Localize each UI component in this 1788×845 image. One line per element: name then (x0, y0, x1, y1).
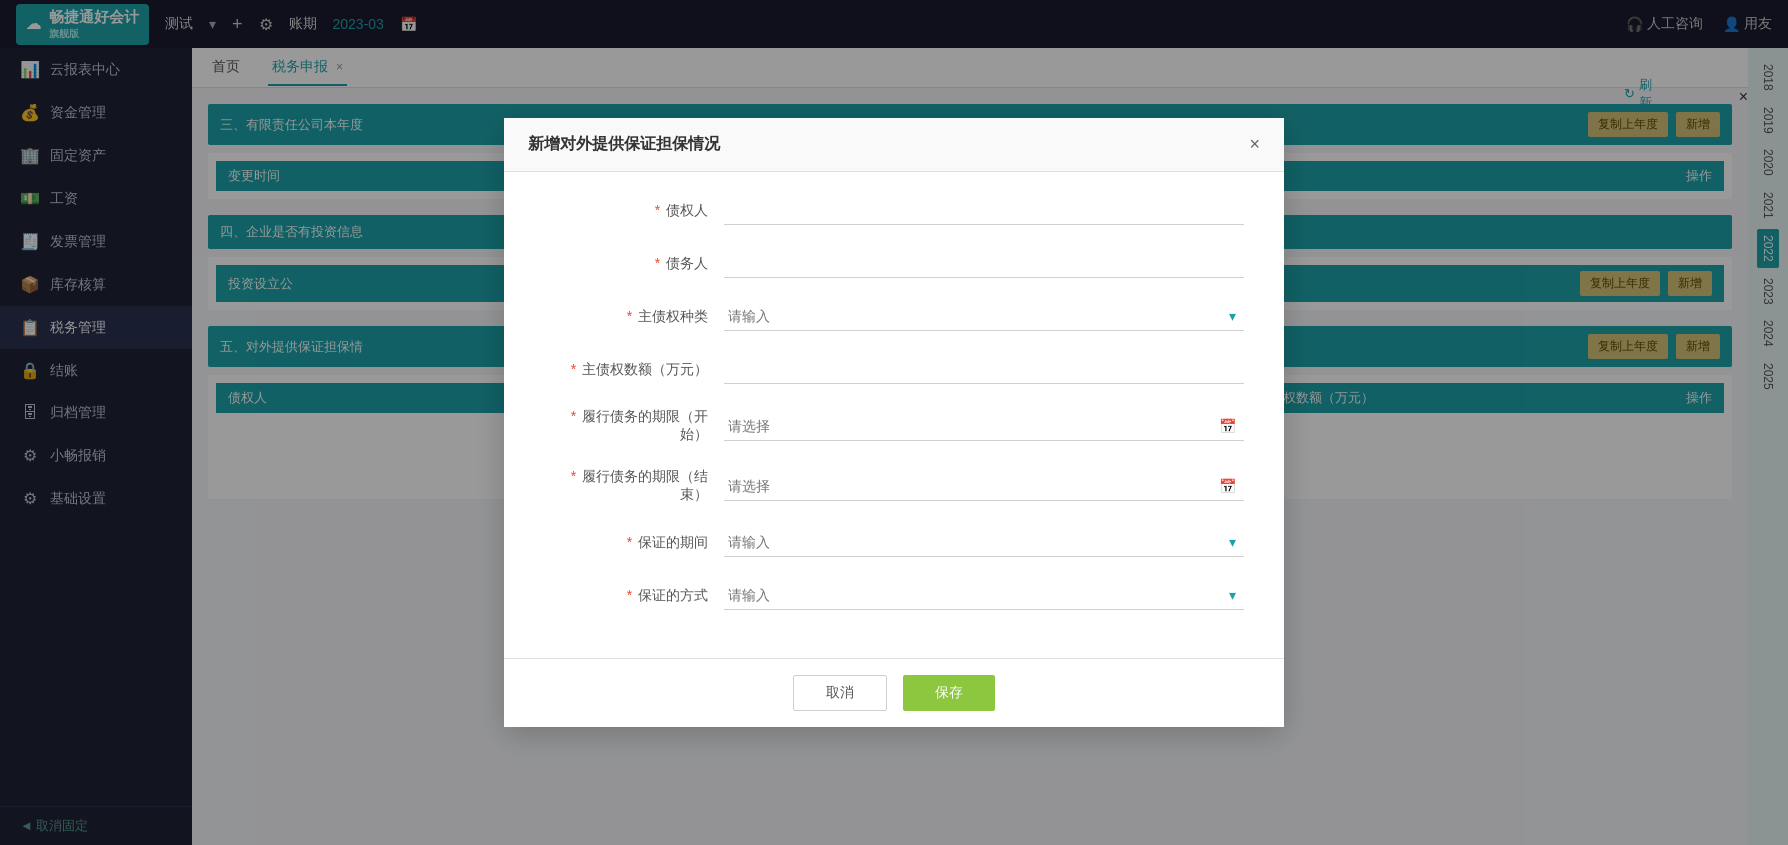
required-mark: * (627, 587, 632, 603)
form-row-perform-start: * 履行债务的期限（开始） 📅 (544, 408, 1244, 444)
required-mark: * (655, 255, 660, 271)
form-label-perform-start: * 履行债务的期限（开始） (544, 408, 724, 444)
dialog-footer: 取消 保存 (504, 658, 1284, 727)
label-text: 债务人 (666, 255, 708, 271)
form-label-claim-type: * 主债权种类 (544, 308, 724, 326)
dialog: 新增对外提供保证担保情况 × * 债权人 * 债务人 (504, 118, 1284, 727)
guarantee-period-select[interactable]: ▾ (724, 528, 1244, 557)
guarantee-method-select[interactable]: ▾ (724, 581, 1244, 610)
dialog-title: 新增对外提供保证担保情况 (528, 134, 720, 155)
label-text: 履行债务的期限（开始） (582, 408, 708, 442)
creditor-input[interactable] (724, 196, 1244, 225)
perform-start-picker[interactable]: 📅 (724, 412, 1244, 441)
form-label-perform-end: * 履行债务的期限（结束） (544, 468, 724, 504)
claim-type-input[interactable] (724, 302, 1244, 330)
required-mark: * (627, 534, 632, 550)
perform-start-input[interactable] (724, 412, 1244, 440)
form-row-claim-amount: * 主债权数额（万元） (544, 355, 1244, 384)
label-text: 保证的方式 (638, 587, 708, 603)
dialog-header: 新增对外提供保证担保情况 × (504, 118, 1284, 172)
form-row-guarantee-method: * 保证的方式 ▾ (544, 581, 1244, 610)
required-mark: * (571, 361, 576, 377)
required-mark: * (571, 408, 576, 424)
guarantee-method-input[interactable] (724, 581, 1244, 609)
form-label-creditor: * 债权人 (544, 202, 724, 220)
claim-type-select[interactable]: ▾ (724, 302, 1244, 331)
perform-end-input[interactable] (724, 472, 1244, 500)
label-text: 主债权种类 (638, 308, 708, 324)
dialog-overlay: 新增对外提供保证担保情况 × * 债权人 * 债务人 (0, 0, 1788, 845)
required-mark: * (655, 202, 660, 218)
required-mark: * (571, 468, 576, 484)
form-label-claim-amount: * 主债权数额（万元） (544, 361, 724, 379)
perform-end-picker[interactable]: 📅 (724, 472, 1244, 501)
form-label-debtor: * 债务人 (544, 255, 724, 273)
dialog-body: * 债权人 * 债务人 * 主债权种类 (504, 172, 1284, 658)
label-text: 债权人 (666, 202, 708, 218)
form-label-guarantee-method: * 保证的方式 (544, 587, 724, 605)
dialog-close-button[interactable]: × (1249, 134, 1260, 155)
form-row-debtor: * 债务人 (544, 249, 1244, 278)
label-text: 履行债务的期限（结束） (582, 468, 708, 502)
form-label-guarantee-period: * 保证的期间 (544, 534, 724, 552)
label-text: 主债权数额（万元） (582, 361, 708, 377)
form-row-claim-type: * 主债权种类 ▾ (544, 302, 1244, 331)
guarantee-period-input[interactable] (724, 528, 1244, 556)
form-row-guarantee-period: * 保证的期间 ▾ (544, 528, 1244, 557)
label-text: 保证的期间 (638, 534, 708, 550)
form-row-perform-end: * 履行债务的期限（结束） 📅 (544, 468, 1244, 504)
save-button[interactable]: 保存 (903, 675, 995, 711)
claim-amount-input[interactable] (724, 355, 1244, 384)
form-row-creditor: * 债权人 (544, 196, 1244, 225)
required-mark: * (627, 308, 632, 324)
debtor-input[interactable] (724, 249, 1244, 278)
cancel-button[interactable]: 取消 (793, 675, 887, 711)
